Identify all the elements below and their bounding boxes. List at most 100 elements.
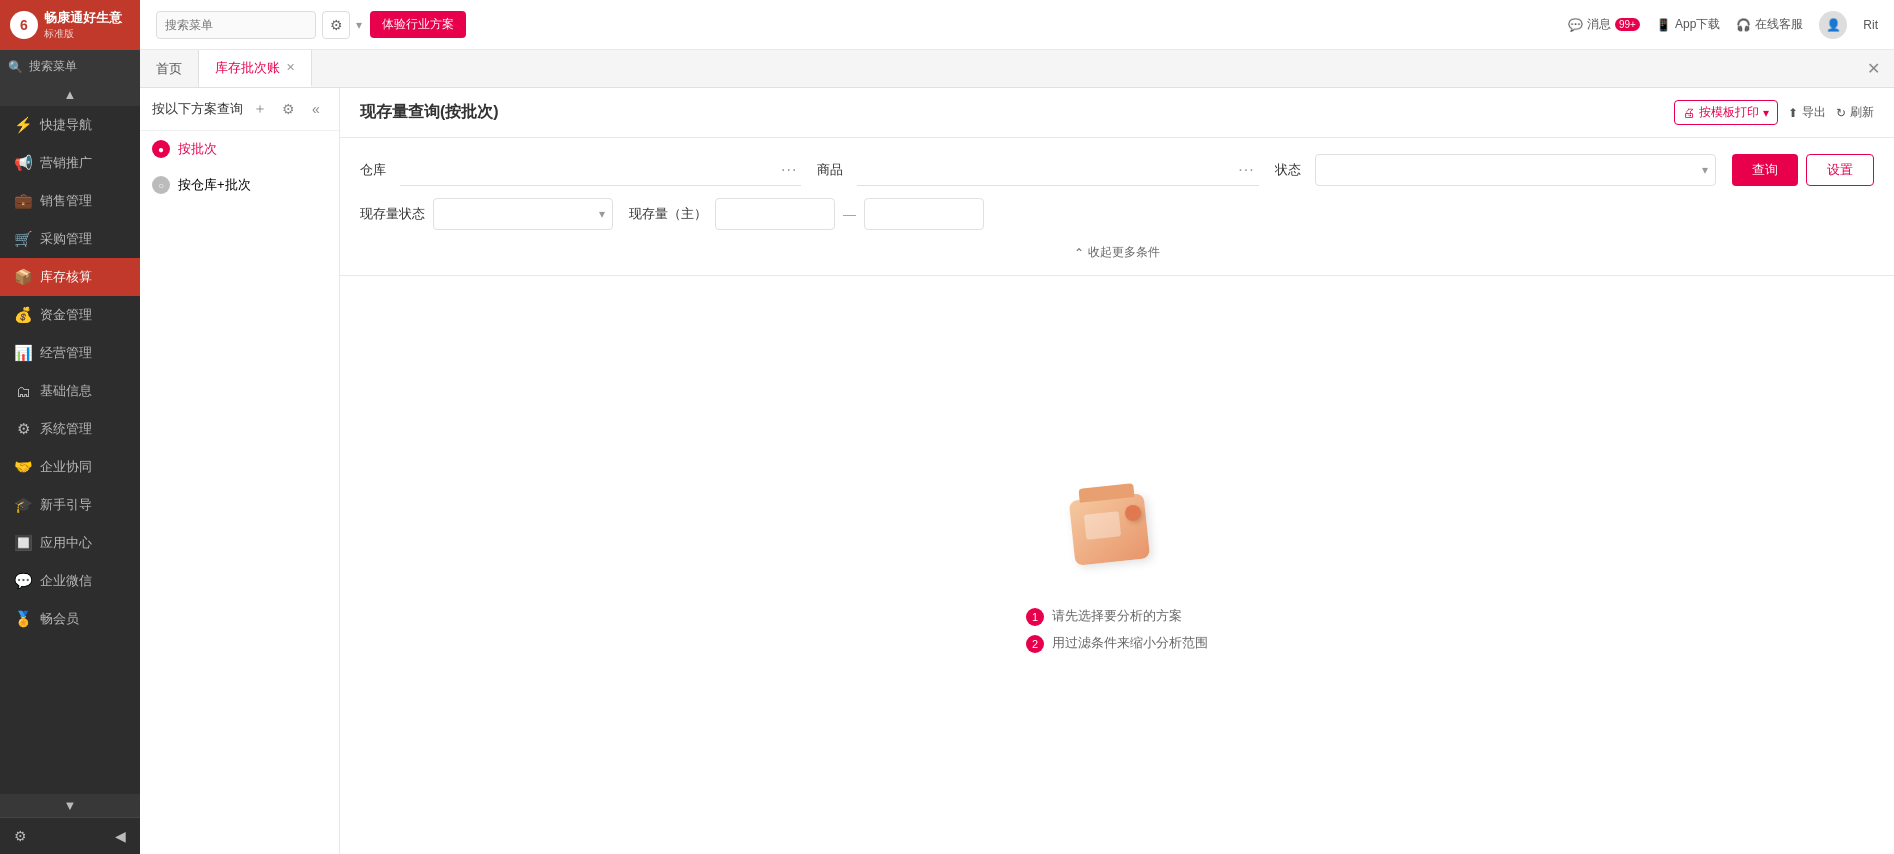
empty-tips: 1 请先选择要分析的方案 2 用过滤条件来缩小分析范围: [1026, 607, 1208, 653]
scheme-item-batch[interactable]: ● 按批次: [140, 131, 339, 167]
tip-num-2: 2: [1026, 635, 1044, 653]
empty-tip-1: 1 请先选择要分析的方案: [1026, 607, 1208, 626]
collapse-bar[interactable]: ⌃ 收起更多条件: [360, 238, 1874, 267]
sidebar-item-inventory[interactable]: 📦 库存核算: [0, 258, 140, 296]
tip-text-1: 请先选择要分析的方案: [1052, 607, 1182, 625]
print-dropdown-icon: ▾: [1763, 106, 1769, 120]
topbar-dropdown-icon[interactable]: ▾: [356, 18, 362, 32]
headset-icon: 🎧: [1736, 18, 1751, 32]
filter-goods: 商品 ···: [817, 154, 1258, 186]
refresh-icon: ↻: [1836, 106, 1846, 120]
add-scheme-btn[interactable]: ＋: [249, 98, 271, 120]
purchase-icon: 🛒: [14, 230, 32, 248]
sidebar-item-label: 企业微信: [40, 572, 92, 590]
sidebar-item-cooperation[interactable]: 🤝 企业协同: [0, 448, 140, 486]
print-label: 按模板打印: [1699, 104, 1759, 121]
enterprise-wechat-icon: 💬: [14, 572, 32, 590]
sidebar-scroll-down[interactable]: ▼: [0, 794, 140, 817]
stock-status-select[interactable]: [433, 198, 613, 230]
set-button[interactable]: 设置: [1806, 154, 1874, 186]
sidebar-search[interactable]: 🔍 搜索菜单: [0, 50, 140, 83]
warehouse-input[interactable]: [400, 154, 801, 186]
goods-label: 商品: [817, 161, 857, 179]
tab-inventory-batch[interactable]: 库存批次账 ✕: [199, 50, 312, 87]
topbar-left: ⚙ ▾ 体验行业方案: [156, 11, 1558, 39]
sidebar-item-quick-nav[interactable]: ⚡ 快捷导航: [0, 106, 140, 144]
sidebar-item-enterprise-wechat[interactable]: 💬 企业微信: [0, 562, 140, 600]
settings-scheme-btn[interactable]: ⚙: [277, 98, 299, 120]
stock-qty-label: 现存量（主）: [629, 205, 707, 223]
export-btn[interactable]: ⬆ 导出: [1788, 104, 1826, 121]
filter-warehouse: 仓库 ···: [360, 154, 801, 186]
user-avatar[interactable]: 👤: [1819, 11, 1847, 39]
sidebar-item-system[interactable]: ⚙ 系统管理: [0, 410, 140, 448]
query-button[interactable]: 查询: [1732, 154, 1798, 186]
sidebar-item-label: 经营管理: [40, 344, 92, 362]
tab-close-icon[interactable]: ✕: [286, 61, 295, 74]
collapse-left-panel-btn[interactable]: «: [305, 98, 327, 120]
message-item[interactable]: 💬 消息 99+: [1568, 16, 1640, 33]
sidebar-nav: ⚡ 快捷导航 📢 营销推广 💼 销售管理 🛒 采购管理 📦 库存核算 💰 资金管…: [0, 106, 140, 794]
filter-stock-qty: 现存量（主） —: [629, 198, 984, 230]
goods-input-wrap: ···: [857, 154, 1258, 186]
print-btn[interactable]: 🖨 按模板打印 ▾: [1674, 100, 1778, 125]
sidebar-item-newbie[interactable]: 🎓 新手引导: [0, 486, 140, 524]
stock-qty-dash: —: [843, 207, 856, 222]
refresh-label: 刷新: [1850, 104, 1874, 121]
topbar-search-area: ⚙ ▾: [156, 11, 362, 39]
scheme-active-icon: ●: [152, 140, 170, 158]
sidebar-item-marketing[interactable]: 📢 营销推广: [0, 144, 140, 182]
page-header-actions: 🖨 按模板打印 ▾ ⬆ 导出 ↻ 刷新: [1674, 100, 1874, 125]
search-icon: 🔍: [8, 60, 23, 74]
app-title-block: 畅康通好生意 标准版: [44, 10, 122, 40]
tab-home[interactable]: 首页: [140, 50, 199, 87]
left-panel-actions: ＋ ⚙ «: [249, 98, 327, 120]
sidebar-scroll-up[interactable]: ▲: [0, 83, 140, 106]
filter-row-1: 仓库 ··· 商品 ··· 状态: [360, 154, 1874, 186]
sidebar-header: 6 畅康通好生意 标准版: [0, 0, 140, 50]
scheme-label-batch: 按批次: [178, 140, 217, 158]
sidebar-item-label: 营销推广: [40, 154, 92, 172]
basic-info-icon: 🗂: [14, 383, 32, 400]
inventory-icon: 📦: [14, 268, 32, 286]
sidebar-item-label: 资金管理: [40, 306, 92, 324]
stock-qty-from[interactable]: [715, 198, 835, 230]
scheme-item-warehouse-batch[interactable]: ○ 按仓库+批次: [140, 167, 339, 203]
sidebar-item-purchase[interactable]: 🛒 采购管理: [0, 220, 140, 258]
settings-icon[interactable]: ⚙: [14, 828, 27, 844]
topbar-gear-btn[interactable]: ⚙: [322, 11, 350, 39]
sidebar-item-label: 系统管理: [40, 420, 92, 438]
topbar-right: 💬 消息 99+ 📱 App下载 🎧 在线客服 👤 Rit: [1568, 11, 1878, 39]
sidebar-item-management[interactable]: 📊 经营管理: [0, 334, 140, 372]
tab-bar-close-btn[interactable]: ✕: [1853, 59, 1894, 78]
tab-inventory-batch-label: 库存批次账: [215, 59, 280, 77]
goods-input[interactable]: [857, 154, 1258, 186]
empty-inner: 1 请先选择要分析的方案 2 用过滤条件来缩小分析范围: [1026, 477, 1208, 653]
sidebar-item-label: 库存核算: [40, 268, 92, 286]
experience-btn[interactable]: 体验行业方案: [370, 11, 466, 38]
gear-icon: ⚙: [330, 17, 343, 33]
status-select[interactable]: [1315, 154, 1716, 186]
topbar-search-input[interactable]: [156, 11, 316, 39]
sidebar-item-sales[interactable]: 💼 销售管理: [0, 182, 140, 220]
refresh-btn[interactable]: ↻ 刷新: [1836, 104, 1874, 121]
sidebar-item-finance[interactable]: 💰 资金管理: [0, 296, 140, 334]
app-download-item[interactable]: 📱 App下载: [1656, 16, 1720, 33]
tip-num-1: 1: [1026, 608, 1044, 626]
warehouse-more-icon[interactable]: ···: [781, 161, 797, 179]
sidebar-item-app-center[interactable]: 🔲 应用中心: [0, 524, 140, 562]
stock-status-label: 现存量状态: [360, 205, 425, 223]
finance-icon: 💰: [14, 306, 32, 324]
user-name: Rit: [1863, 18, 1878, 32]
goods-more-icon[interactable]: ···: [1238, 161, 1254, 179]
quick-nav-icon: ⚡: [14, 116, 32, 134]
sidebar-item-basic-info[interactable]: 🗂 基础信息: [0, 372, 140, 410]
page-header: 现存量查询(按批次) 🖨 按模板打印 ▾ ⬆ 导出 ↻ 刷新: [340, 88, 1894, 138]
tip-text-2: 用过滤条件来缩小分析范围: [1052, 634, 1208, 652]
sidebar-item-label: 采购管理: [40, 230, 92, 248]
stock-qty-to[interactable]: [864, 198, 984, 230]
sidebar-item-member[interactable]: 🏅 畅会员: [0, 600, 140, 638]
tab-bar: 首页 库存批次账 ✕ ✕: [140, 50, 1894, 88]
online-service-item[interactable]: 🎧 在线客服: [1736, 16, 1803, 33]
collapse-sidebar-icon[interactable]: ◀: [115, 828, 126, 844]
